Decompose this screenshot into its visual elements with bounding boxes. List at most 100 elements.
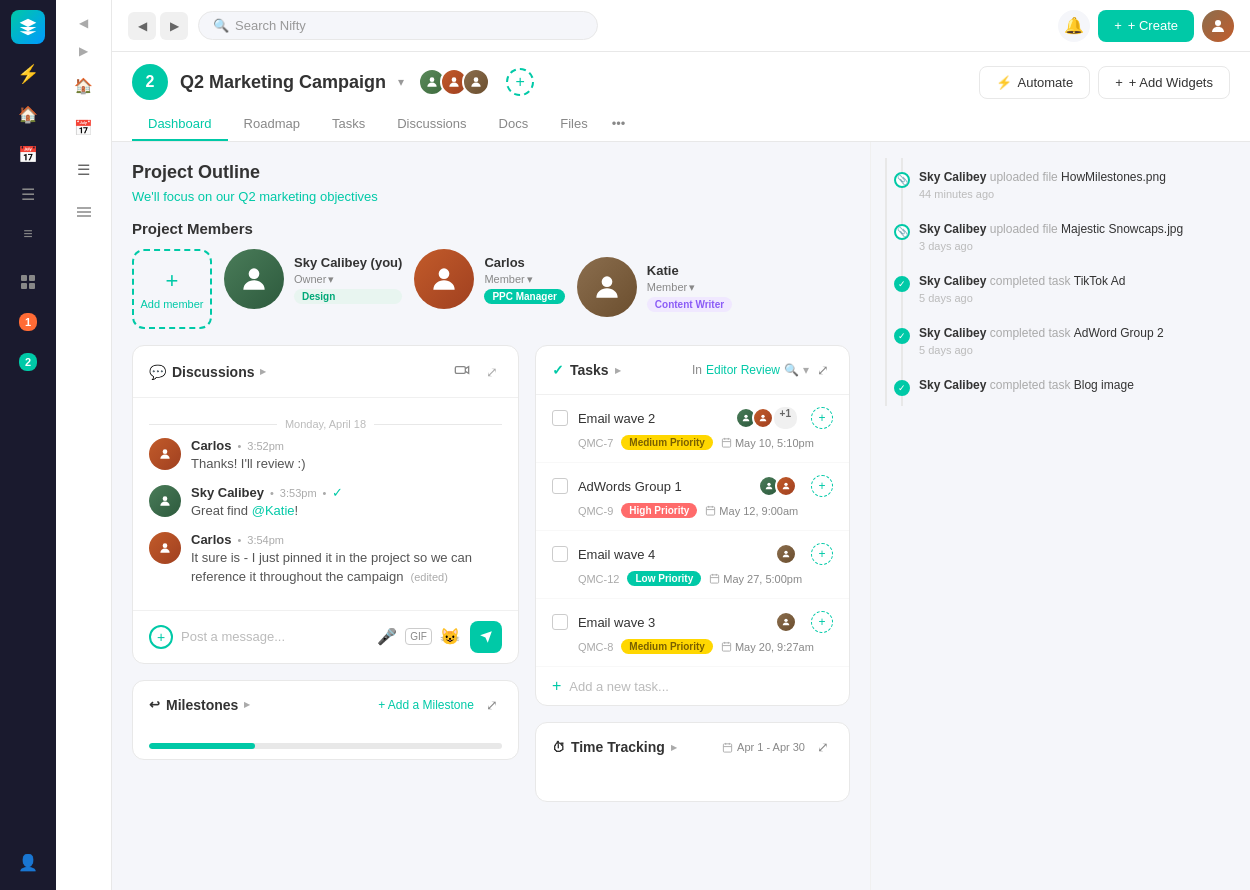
video-call-button[interactable] [450,358,474,385]
nav-icon-list[interactable]: ☰ [10,176,46,212]
activity-time-4: 5 days ago [919,344,1164,356]
tab-dashboard[interactable]: Dashboard [132,108,228,141]
automate-button[interactable]: ⚡ Automate [979,66,1091,99]
milestones-expand-button[interactable]: ⤢ [482,693,502,717]
calendar-icon-3 [709,573,720,584]
activity-link-5: Blog image [1074,378,1134,392]
task-name-2: AdWords Group 1 [578,479,753,494]
task-id-3: QMC-12 [578,573,620,585]
add-member-icon-button[interactable]: + [506,68,534,96]
sidebar-toggle-left[interactable]: ◀ [75,12,92,34]
activity-action-2: uploaded file [990,222,1061,236]
time-tracking-expand-button[interactable]: ⤢ [813,735,833,759]
nav-icon-home[interactable]: 🏠 [10,96,46,132]
nav-forward-button[interactable]: ▶ [160,12,188,40]
sidebar-toggle-right[interactable]: ▶ [75,40,92,62]
nav-icon-grid[interactable] [10,264,46,300]
voice-input-button[interactable]: 🎤 [375,625,399,648]
add-milestone-button[interactable]: + Add a Milestone [378,693,474,717]
task-add-assignee-1[interactable]: + [811,407,833,429]
task-date-1: May 10, 5:10pm [721,437,814,449]
tab-more-button[interactable]: ••• [604,108,634,141]
milestones-chevron[interactable]: ▸ [244,698,250,711]
nav-icon-calendar[interactable]: 📅 [10,136,46,172]
discussions-panel-header: 💬 Discussions ▸ ⤢ [133,346,518,398]
task-avatars-3 [780,543,797,565]
calendar-icon-1 [721,437,732,448]
activity-content-3: Sky Calibey completed task TikTok Ad 5 d… [919,272,1125,304]
filter-dropdown-icon[interactable]: ▾ [803,363,809,377]
carlos-role-dropdown[interactable]: ▾ [527,273,533,286]
role-dropdown-icon[interactable]: ▾ [328,273,334,286]
activity-content-5: Sky Calibey completed task Blog image [919,376,1134,396]
nav-back-button[interactable]: ◀ [128,12,156,40]
task-id-2: QMC-9 [578,505,613,517]
nav-icon-lightning[interactable]: ⚡ [10,56,46,92]
tab-roadmap[interactable]: Roadmap [228,108,316,141]
add-member-card[interactable]: + Add member [132,249,212,329]
task-id-4: QMC-8 [578,641,613,653]
emoji-button[interactable]: 😺 [438,625,462,648]
svg-point-19 [761,415,764,418]
gif-button[interactable]: GIF [405,628,432,645]
task-item-1: Email wave 2 +1 [536,395,849,463]
tab-docs[interactable]: Docs [483,108,545,141]
date-divider: Monday, April 18 [149,418,502,430]
filter-search-icon[interactable]: 🔍 [784,363,799,377]
tasks-column: ✓ Tasks ▸ In Editor Review 🔍 ▾ ⤢ [535,345,850,818]
msg-dot-2b: • [323,487,327,499]
app-logo[interactable] [11,10,45,44]
activity-item-1: 📎 Sky Calibey uploaded file HowMilestone… [901,158,1234,210]
task-add-assignee-4[interactable]: + [811,611,833,633]
tab-files[interactable]: Files [544,108,603,141]
discussions-chevron[interactable]: ▸ [260,365,266,378]
task-item-3: Email wave 4 + QMC-12 [536,531,849,599]
task-checkbox-4[interactable] [552,614,568,630]
nav-icon-list2[interactable]: ≡ [10,216,46,252]
plus-icon: + [1114,18,1122,33]
task-add-assignee-2[interactable]: + [811,475,833,497]
task-item-2: AdWords Group 1 [536,463,849,531]
msg-time-3: 3:54pm [247,534,284,546]
katie-role-dropdown[interactable]: ▾ [689,281,695,294]
message-add-button[interactable]: + [149,625,173,649]
user-avatar[interactable] [1202,10,1234,42]
member-role-carlos: Member ▾ [484,273,564,286]
member-avatar-carlos [414,249,474,309]
page-content: Project Outline We'll focus on our Q2 ma… [112,142,1250,890]
member-role-sky: Owner ▾ [294,273,402,286]
tab-tasks[interactable]: Tasks [316,108,381,141]
task-checkbox-1[interactable] [552,410,568,426]
task-item-4: Email wave 3 + QMC-8 [536,599,849,667]
svg-rect-14 [455,367,465,374]
tasks-panel: ✓ Tasks ▸ In Editor Review 🔍 ▾ ⤢ [535,345,850,706]
tasks-expand-button[interactable]: ⤢ [813,358,833,382]
notification-button[interactable]: 🔔 [1058,10,1090,42]
title-dropdown-arrow[interactable]: ▾ [398,75,404,89]
discussions-expand-button[interactable]: ⤢ [482,358,502,385]
time-tracking-chevron[interactable]: ▸ [671,741,677,754]
nav-icon-badge-orange[interactable]: 1 [10,304,46,340]
send-message-button[interactable] [470,621,502,653]
message-2: Sky Calibey • 3:53pm • ✓ Great find @Kat… [149,485,502,520]
message-input[interactable] [181,629,367,644]
svg-point-30 [784,551,787,554]
tasks-filter-value[interactable]: Editor Review [706,363,780,377]
task-checkbox-3[interactable] [552,546,568,562]
sidebar-item-home[interactable]: 🏠 [66,68,102,104]
sidebar-item-list2[interactable] [66,194,102,230]
nav-icon-badge-teal[interactable]: 2 [10,344,46,380]
add-widgets-button[interactable]: + + Add Widgets [1098,66,1230,99]
tasks-chevron[interactable]: ▸ [615,364,621,377]
nav-icon-person[interactable]: 👤 [10,844,46,880]
sidebar-item-calendar[interactable]: 📅 [66,110,102,146]
svg-point-16 [163,497,168,502]
task-add-assignee-3[interactable]: + [811,543,833,565]
task-avatar-4a [775,611,797,633]
tab-discussions[interactable]: Discussions [381,108,482,141]
search-bar[interactable]: 🔍 Search Nifty [198,11,598,40]
sidebar-item-list[interactable]: ☰ [66,152,102,188]
task-checkbox-2[interactable] [552,478,568,494]
add-task-row[interactable]: + Add a new task... [536,667,849,705]
create-button[interactable]: + + Create [1098,10,1194,42]
